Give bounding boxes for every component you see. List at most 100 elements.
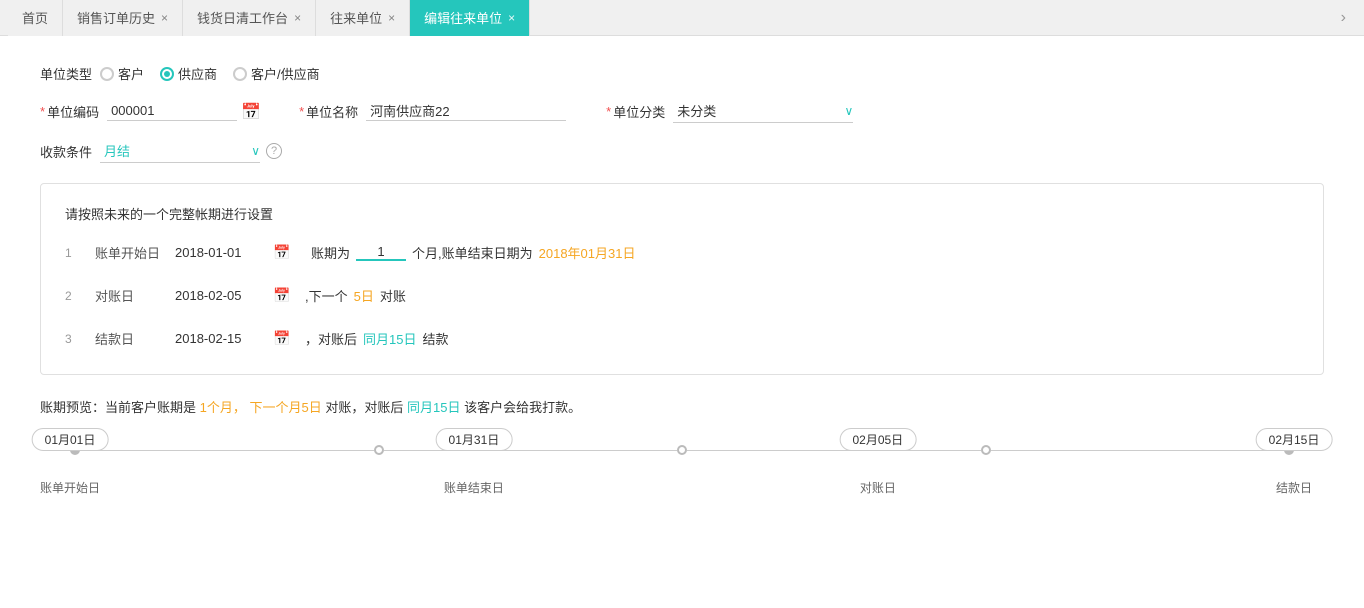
payment-terms-arrow: ∨ xyxy=(251,144,260,158)
tl-bubble-2: 01月31日 xyxy=(436,428,513,451)
radio-both-label: 客户/供应商 xyxy=(251,64,320,83)
unit-category-dropdown[interactable]: 未分类 ∨ xyxy=(673,99,853,123)
tl-bubble-3: 02月05日 xyxy=(839,428,916,451)
unit-name-star: * xyxy=(299,104,304,119)
tab-edit-partner-close[interactable]: × xyxy=(508,11,515,25)
preview-part1: 1个月， xyxy=(200,400,246,415)
tl-node-1: 01月01日 账单开始日 xyxy=(32,428,109,496)
payment-terms-dropdown[interactable]: 月结 ∨ xyxy=(100,139,260,163)
tab-partner-unit-close[interactable]: × xyxy=(388,11,395,25)
main-content: 单位类型 客户 供应商 客户/供应商 * 单位编码 📅 * 单位名称 xyxy=(0,36,1364,608)
row-3-date: 2018-02-15 xyxy=(175,331,265,346)
row-3-prefix: ，对账后 xyxy=(305,329,357,348)
unit-code-input[interactable] xyxy=(107,101,237,121)
preview-part4: 同月15日 xyxy=(407,400,460,415)
tab-sales-history-close[interactable]: × xyxy=(161,11,168,25)
row-1-prefix: 账期为 xyxy=(311,243,350,262)
tl-node-3: 02月05日 对账日 xyxy=(839,428,916,496)
row-1-suffix: 个月,账单结束日期为 xyxy=(412,243,533,262)
row-2-cal[interactable]: 📅 xyxy=(273,287,291,305)
row-1-num: 1 xyxy=(65,246,85,260)
tab-partner-unit-label: 往来单位 xyxy=(330,8,382,27)
row-3-cal[interactable]: 📅 xyxy=(273,330,291,348)
tab-bar: 首页 销售订单历史 × 钱货日清工作台 × 往来单位 × 编辑往来单位 × › xyxy=(0,0,1364,36)
row-1-cal[interactable]: 📅 xyxy=(273,244,291,262)
unit-name-input[interactable] xyxy=(366,101,566,121)
period-input[interactable] xyxy=(356,244,406,261)
setting-row-1: 1 账单开始日 2018-01-01 📅 账期为 个月,账单结束日期为 2018… xyxy=(65,243,1299,262)
radio-customer[interactable]: 客户 xyxy=(100,64,144,83)
unit-name-group: * 单位名称 xyxy=(299,101,566,121)
row-1-label: 账单开始日 xyxy=(95,243,165,262)
unit-code-star: * xyxy=(40,104,45,119)
settings-section: 请按照未来的一个完整帐期进行设置 1 账单开始日 2018-01-01 📅 账期… xyxy=(40,183,1324,375)
tab-sales-history[interactable]: 销售订单历史 × xyxy=(63,0,183,36)
payment-terms-label: 收款条件 xyxy=(40,142,92,161)
tl-label-4: 结款日 xyxy=(1276,479,1312,496)
setting-row-3: 3 结款日 2018-02-15 📅 ，对账后 同月15日 结款 xyxy=(65,329,1299,348)
tab-home[interactable]: 首页 xyxy=(8,0,63,36)
radio-both[interactable]: 客户/供应商 xyxy=(233,64,320,83)
setting-row-2: 2 对账日 2018-02-05 📅 ,下一个 5日 对账 xyxy=(65,286,1299,305)
row-3-num: 3 xyxy=(65,332,85,346)
row-2-num: 2 xyxy=(65,289,85,303)
tl-label-1: 账单开始日 xyxy=(40,479,100,496)
tab-edit-partner[interactable]: 编辑往来单位 × xyxy=(410,0,530,36)
row-3-suffix: 结款 xyxy=(422,329,448,348)
radio-both-circle xyxy=(233,67,247,81)
timeline-container: 01月01日 账单开始日 01月31日 账单结束日 02月05日 对账日 02月… xyxy=(40,440,1324,460)
unit-category-label: 单位分类 xyxy=(613,102,665,121)
row-2-label: 对账日 xyxy=(95,286,165,305)
unit-code-group: * 单位编码 📅 xyxy=(40,101,259,121)
tl-line-2 xyxy=(384,450,678,451)
row-1-end-date: 2018年01月31日 xyxy=(539,243,636,262)
row-3-label: 结款日 xyxy=(95,329,165,348)
preview-label: 账期预览：当前客户账期是 xyxy=(40,400,196,415)
tab-home-label: 首页 xyxy=(22,8,48,27)
row-2-highlight: 5日 xyxy=(354,286,374,305)
unit-category-star: * xyxy=(606,104,611,119)
tl-label-3: 对账日 xyxy=(860,479,896,496)
tab-cash-work-close[interactable]: × xyxy=(294,11,301,25)
row-1-date: 2018-01-01 xyxy=(175,245,265,260)
tl-line-4 xyxy=(991,450,1285,451)
unit-category-arrow: ∨ xyxy=(844,104,853,118)
unit-info-row: * 单位编码 📅 * 单位名称 * 单位分类 未分类 ∨ xyxy=(40,99,1324,123)
tl-line-1 xyxy=(80,450,374,451)
payment-terms-row: 收款条件 月结 ∨ ? xyxy=(40,139,1324,163)
tl-label-2: 账单结束日 xyxy=(444,479,504,496)
tl-bubble-4: 02月15日 xyxy=(1256,428,1333,451)
tl-dot-3 xyxy=(981,445,991,455)
tl-node-2: 01月31日 账单结束日 xyxy=(436,428,513,496)
row-2-date: 2018-02-05 xyxy=(175,288,265,303)
tl-node-4: 02月15日 结款日 xyxy=(1256,428,1333,496)
radio-supplier-label: 供应商 xyxy=(178,64,217,83)
tab-cash-work[interactable]: 钱货日清工作台 × xyxy=(183,0,316,36)
unit-type-radio-group: 客户 供应商 客户/供应商 xyxy=(100,64,320,83)
unit-type-label: 单位类型 xyxy=(40,64,92,83)
preview-text: 账期预览：当前客户账期是 1个月， 下一个月5日 对账，对账后 同月15日 该客… xyxy=(40,397,1324,416)
tl-dot-2 xyxy=(677,445,687,455)
payment-terms-help[interactable]: ? xyxy=(266,143,282,159)
tab-cash-work-label: 钱货日清工作台 xyxy=(197,8,288,27)
tab-edit-partner-label: 编辑往来单位 xyxy=(424,8,502,27)
row-3-highlight: 同月15日 xyxy=(363,329,416,348)
preview-part2: 下一个月5日 xyxy=(250,400,322,415)
tab-expand-icon[interactable]: › xyxy=(1331,9,1356,27)
tab-partner-unit[interactable]: 往来单位 × xyxy=(316,0,410,36)
row-2-prefix: ,下一个 xyxy=(305,286,348,305)
tl-bubble-1: 01月01日 xyxy=(32,428,109,451)
unit-code-icon[interactable]: 📅 xyxy=(241,102,259,120)
unit-name-label: 单位名称 xyxy=(306,102,358,121)
radio-customer-circle xyxy=(100,67,114,81)
radio-supplier-circle xyxy=(160,67,174,81)
payment-terms-value: 月结 xyxy=(100,139,251,162)
section-title: 请按照未来的一个完整帐期进行设置 xyxy=(65,204,1299,223)
preview-part3: 对账，对账后 xyxy=(325,400,403,415)
radio-supplier[interactable]: 供应商 xyxy=(160,64,217,83)
unit-category-value: 未分类 xyxy=(673,99,844,122)
radio-customer-label: 客户 xyxy=(118,64,144,83)
preview-part5: 该客户会给我打款。 xyxy=(464,400,581,415)
preview-section: 账期预览：当前客户账期是 1个月， 下一个月5日 对账，对账后 同月15日 该客… xyxy=(40,381,1324,460)
tl-line-3 xyxy=(687,450,981,451)
